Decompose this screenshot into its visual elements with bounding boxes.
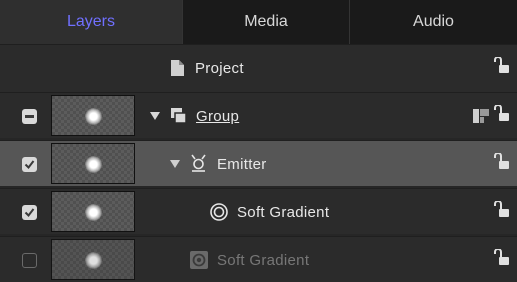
isolate-icon[interactable] xyxy=(473,109,489,123)
layer-thumbnail xyxy=(51,191,135,232)
layer-enable-checkbox[interactable] xyxy=(22,205,37,220)
tab-audio[interactable]: Audio xyxy=(350,0,517,44)
layer-thumbnail xyxy=(51,143,135,184)
unlock-icon[interactable] xyxy=(493,201,509,221)
unlock-icon[interactable] xyxy=(493,105,509,125)
emitter-icon xyxy=(191,154,206,172)
disclosure-triangle-icon[interactable] xyxy=(150,112,160,120)
disclosure-triangle-icon[interactable] xyxy=(170,160,180,168)
layer-name: Soft Gradient xyxy=(217,252,310,269)
layer-name: Group xyxy=(196,108,240,125)
tab-media[interactable]: Media xyxy=(183,0,350,44)
tab-bar: Layers Media Audio xyxy=(0,0,517,44)
layer-enable-checkbox[interactable] xyxy=(22,109,37,124)
layer-row-emitter[interactable]: Emitter xyxy=(0,140,517,186)
layer-thumbnail xyxy=(51,95,135,136)
layer-row-project[interactable]: Project xyxy=(0,44,517,92)
unlock-icon[interactable] xyxy=(493,57,509,77)
source-layer-icon xyxy=(190,251,208,269)
unlock-icon[interactable] xyxy=(493,249,509,269)
layer-row-group[interactable]: Group xyxy=(0,92,517,138)
particle-cell-icon xyxy=(210,203,228,221)
layer-enable-checkbox[interactable] xyxy=(22,157,37,172)
group-layers-icon xyxy=(171,108,187,124)
unlock-icon[interactable] xyxy=(493,153,509,173)
layer-name: Soft Gradient xyxy=(237,204,330,221)
tab-layers[interactable]: Layers xyxy=(0,0,183,44)
layers-panel: Layers Media Audio Project Group Emitter… xyxy=(0,0,517,282)
document-icon xyxy=(171,60,184,76)
layer-row-soft-gradient-source[interactable]: Soft Gradient xyxy=(0,236,517,282)
layer-name: Emitter xyxy=(217,156,267,173)
layer-name: Project xyxy=(195,60,244,77)
layer-enable-checkbox[interactable] xyxy=(22,253,37,268)
layer-thumbnail xyxy=(51,239,135,280)
layer-row-soft-gradient[interactable]: Soft Gradient xyxy=(0,188,517,234)
